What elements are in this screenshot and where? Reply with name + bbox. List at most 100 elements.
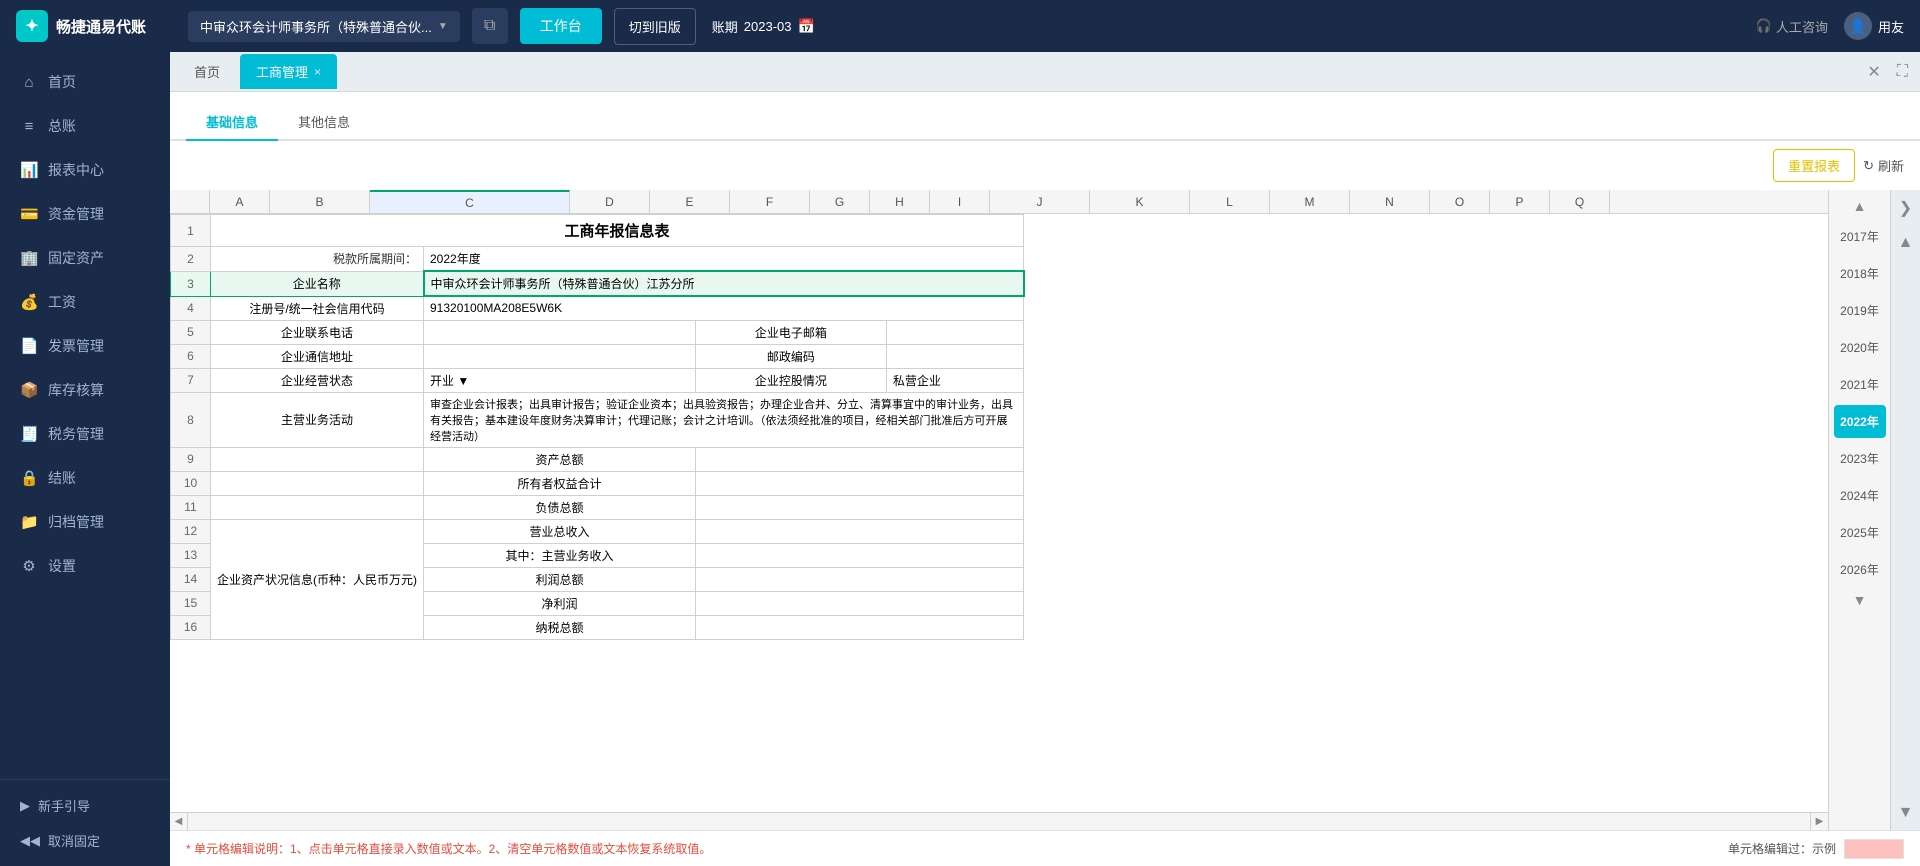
new-guide-button[interactable]: ▶ 新手引导 (0, 788, 170, 823)
sidebar-item-home[interactable]: ⌂ 首页 (0, 60, 170, 104)
sidebar-item-ledger[interactable]: ≡ 总账 (0, 104, 170, 148)
tab-business[interactable]: 工商管理 × (240, 54, 337, 89)
year-2026[interactable]: 2026年 (1834, 553, 1886, 586)
sidebar-item-inventory[interactable]: 📦 库存核算 (0, 368, 170, 412)
year-2023[interactable]: 2023年 (1834, 442, 1886, 475)
r3-value[interactable]: 中审众环会计师事务所（特殊普通合伙）江苏分所 (424, 271, 1024, 296)
nav-down-icon[interactable]: ▼ (1894, 796, 1918, 830)
title-cell[interactable]: 工商年报信息表 (211, 215, 1024, 247)
r13-value[interactable] (695, 543, 1023, 567)
year-2025[interactable]: 2025年 (1834, 516, 1886, 549)
table-row: 7 企业经营状态 开业 ▼ 企业控股情况 私营企业 (171, 368, 1024, 392)
sidebar-item-reports[interactable]: 📊 报表中心 (0, 148, 170, 192)
r4-label: 注册号/统一社会信用代码 (211, 296, 424, 320)
r10-value[interactable] (695, 471, 1023, 495)
tab-close-icon[interactable]: × (314, 65, 321, 79)
r2-value[interactable]: 2022年度 (424, 247, 1024, 272)
table-row: 8 主营业务活动 审查企业会计报表；出具审计报告；验证企业资本；出具验资报告；办… (171, 392, 1024, 447)
top-header: ✦ 畅捷通易代账 中审众环会计师事务所（特殊普通合伙... ▼ ⧉ 工作台 切到… (0, 0, 1920, 52)
r14-value[interactable] (695, 567, 1023, 591)
user-area[interactable]: 👤 用友 (1844, 12, 1904, 40)
archive-icon: 📁 (20, 513, 38, 531)
col-q-header: Q (1550, 190, 1610, 213)
row-num-13: 13 (171, 543, 211, 567)
sidebar-item-settings[interactable]: ⚙ 设置 (0, 544, 170, 588)
workbench-button[interactable]: 工作台 (520, 8, 602, 44)
col-l-header: L (1190, 190, 1270, 213)
nav-up-icon[interactable]: ▲ (1894, 226, 1918, 260)
sidebar-label-ledger: 总账 (48, 116, 76, 136)
r7-status[interactable]: 开业 ▼ (424, 368, 696, 392)
row-num-1: 1 (171, 215, 211, 247)
sidebar-item-tax[interactable]: 🧾 税务管理 (0, 412, 170, 456)
r11-value[interactable] (695, 495, 1023, 519)
spreadsheet-main: A B C D E F G H I J K L M N O (170, 190, 1828, 830)
reset-button[interactable]: 重置报表 (1773, 149, 1855, 182)
sidebar-item-finance[interactable]: 💳 资金管理 (0, 192, 170, 236)
invoice-icon: 📄 (20, 337, 38, 355)
tab-close-button[interactable]: ✕ (1863, 58, 1884, 86)
scroll-left-icon[interactable]: ◀ (170, 813, 188, 831)
service-button[interactable]: 🎧 人工咨询 (1756, 17, 1828, 36)
logo-text: 畅捷通易代账 (56, 16, 146, 37)
year-2017[interactable]: 2017年 (1834, 220, 1886, 253)
calendar-icon[interactable]: 📅 (798, 18, 815, 35)
r4-value[interactable]: 91320100MA208E5W6K (424, 296, 1024, 320)
scroll-right-icon[interactable]: ▶ (1810, 813, 1828, 831)
unpin-button[interactable]: ◀◀ 取消固定 (0, 823, 170, 858)
col-j-header: J (990, 190, 1090, 213)
r6-postal[interactable] (886, 344, 1023, 368)
sidebar-label-home: 首页 (48, 72, 76, 92)
year-2024[interactable]: 2024年 (1834, 479, 1886, 512)
status-bar: * 单元格编辑说明：1、点击单元格直接录入数值或文本。2、清空单元格数值或文本恢… (170, 830, 1920, 866)
sub-tab-other-label: 其他信息 (298, 115, 350, 130)
tab-expand-button[interactable]: ⛶ (1893, 58, 1912, 86)
year-2021[interactable]: 2021年 (1834, 368, 1886, 401)
year-2020[interactable]: 2020年 (1834, 331, 1886, 364)
status-hint: * 单元格编辑说明：1、点击单元格直接录入数值或文本。2、清空单元格数值或文本恢… (186, 840, 711, 857)
company-name: 中审众环会计师事务所（特殊普通合伙... (200, 17, 432, 36)
refresh-button[interactable]: ↻ 刷新 (1863, 156, 1904, 175)
year-2018[interactable]: 2018年 (1834, 257, 1886, 290)
year-2019[interactable]: 2019年 (1834, 294, 1886, 327)
cell-edit-label: 单元格编辑过：示例 (1728, 840, 1836, 857)
year-down-arrow-icon[interactable]: ▼ (1849, 588, 1871, 612)
r9-value[interactable] (695, 447, 1023, 471)
r6-address[interactable] (424, 344, 696, 368)
sidebar-item-closing[interactable]: 🔒 结账 (0, 456, 170, 500)
r5-email[interactable] (886, 320, 1023, 344)
sidebar-item-assets[interactable]: 🏢 固定资产 (0, 236, 170, 280)
r8-business[interactable]: 审查企业会计报表；出具审计报告；验证企业资本；出具验资报告；办理企业合并、分立、… (424, 392, 1024, 447)
r6-postal-label: 邮政编码 (695, 344, 886, 368)
bottom-scrollbar[interactable]: ◀ ▶ (170, 812, 1828, 830)
right-nav-panel: ❯ ▲ ▼ (1890, 190, 1920, 830)
copy-button[interactable]: ⧉ (472, 8, 508, 44)
r5-phone[interactable] (424, 320, 696, 344)
closing-icon: 🔒 (20, 469, 38, 487)
sub-tab-basic[interactable]: 基础信息 (186, 104, 278, 141)
sidebar-item-payroll[interactable]: 💰 工资 (0, 280, 170, 324)
sub-tab-other[interactable]: 其他信息 (278, 104, 370, 141)
row-num-11: 11 (171, 495, 211, 519)
old-version-button[interactable]: 切到旧版 (614, 8, 696, 45)
spreadsheet-table-body[interactable]: 1 工商年报信息表 2 税款所属期间： 2022年度 3 (170, 214, 1828, 812)
tab-home[interactable]: 首页 (178, 54, 236, 89)
sidebar-item-archive[interactable]: 📁 归档管理 (0, 500, 170, 544)
r16-value[interactable] (695, 615, 1023, 639)
col-d-header: D (570, 190, 650, 213)
tab-controls: ✕ ⛶ (1863, 58, 1912, 86)
sidebar-label-tax: 税务管理 (48, 424, 104, 444)
r15-value[interactable] (695, 591, 1023, 615)
r11-label: 负债总额 (424, 495, 696, 519)
company-selector[interactable]: 中审众环会计师事务所（特殊普通合伙... ▼ (188, 11, 460, 42)
r12-group-label: 企业资产状况信息(币种：人民币万元) (211, 519, 424, 639)
year-2022[interactable]: 2022年 (1834, 405, 1886, 438)
row-num-6: 6 (171, 344, 211, 368)
r7-control[interactable]: 私营企业 (886, 368, 1023, 392)
inventory-icon: 📦 (20, 381, 38, 399)
r12-value[interactable] (695, 519, 1023, 543)
nav-collapse-icon[interactable]: ❯ (1895, 190, 1916, 226)
sidebar-item-invoice[interactable]: 📄 发票管理 (0, 324, 170, 368)
year-up-arrow-icon[interactable]: ▲ (1849, 194, 1871, 218)
service-label: 人工咨询 (1776, 17, 1828, 36)
